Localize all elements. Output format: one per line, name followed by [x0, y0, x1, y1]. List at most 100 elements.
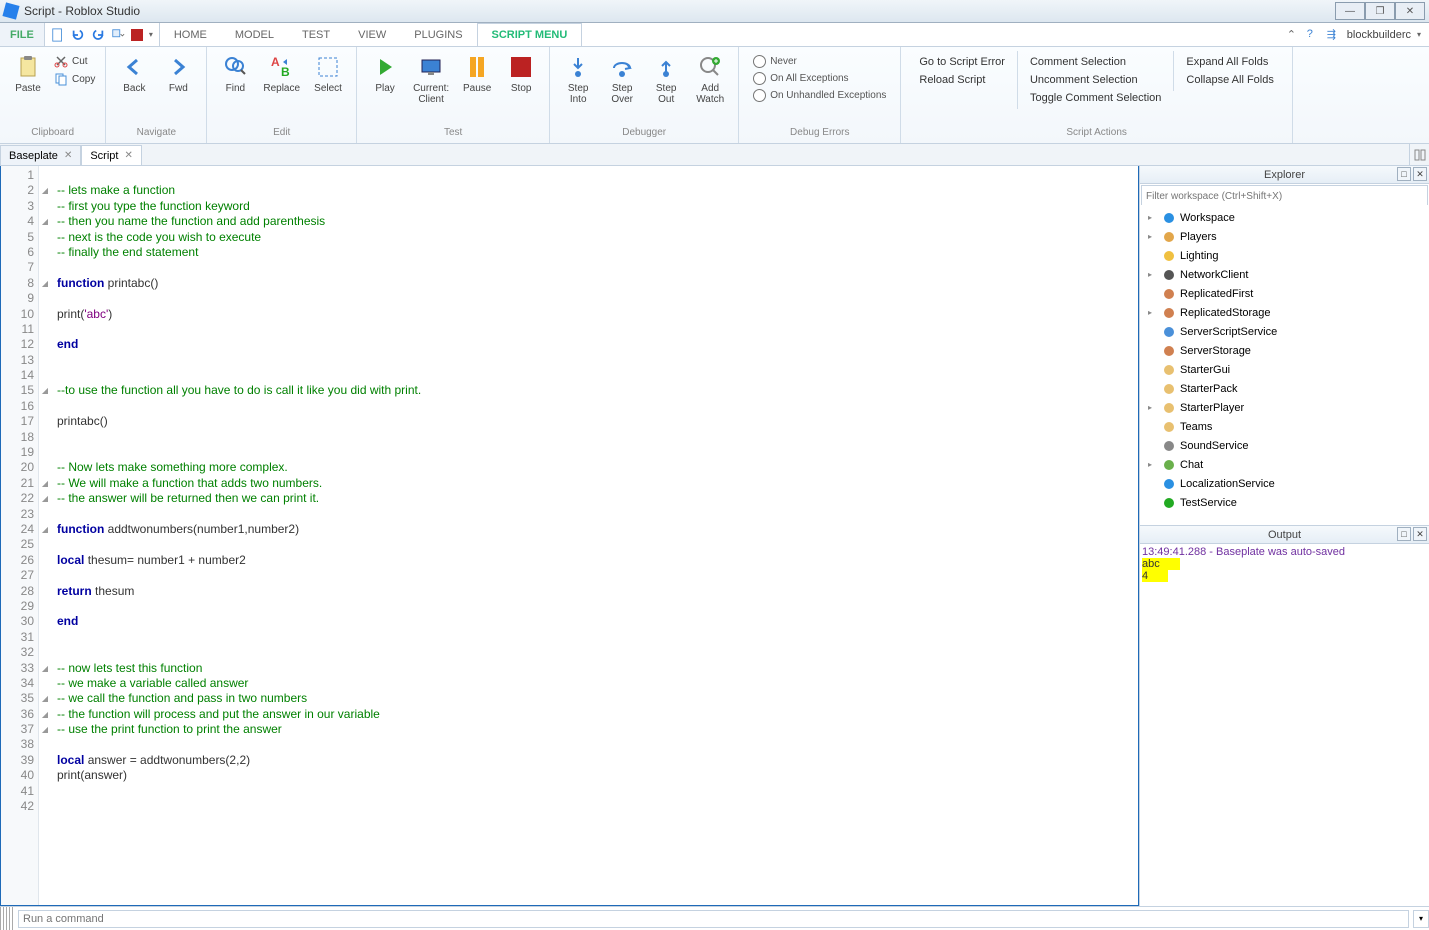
script-action-uncomment-selection[interactable]: Uncomment Selection: [1026, 73, 1165, 87]
back-button[interactable]: Back: [112, 51, 156, 96]
explorer-close-icon[interactable]: ✕: [1413, 167, 1427, 181]
command-input[interactable]: [18, 910, 1409, 928]
current-client-button[interactable]: Current: Client: [407, 51, 455, 107]
menu-tab-script-menu[interactable]: SCRIPT MENU: [477, 23, 583, 46]
tree-expand-icon[interactable]: ▸: [1148, 308, 1158, 317]
maximize-button[interactable]: ❐: [1365, 2, 1395, 20]
pane-join-icon[interactable]: [1409, 144, 1429, 165]
tree-node-replicatedstorage[interactable]: ▸ ReplicatedStorage: [1140, 303, 1429, 322]
redo-icon[interactable]: [91, 28, 105, 42]
script-action-reload-script[interactable]: Reload Script: [915, 73, 1009, 87]
doc-tab-close-icon[interactable]: ✕: [64, 150, 72, 161]
file-menu[interactable]: FILE: [0, 23, 45, 46]
debug-error-radio-2[interactable]: On Unhandled Exceptions: [753, 89, 886, 102]
tree-node-players[interactable]: ▸ Players: [1140, 227, 1429, 246]
script-action-expand-all-folds[interactable]: Expand All Folds: [1182, 55, 1277, 69]
step-out-label: Step Out: [656, 83, 677, 105]
select-button[interactable]: Select: [306, 51, 350, 96]
network-icon: [1162, 268, 1176, 282]
doc-tab-baseplate[interactable]: Baseplate✕: [0, 145, 81, 165]
fwd-button[interactable]: Fwd: [156, 51, 200, 96]
back-icon: [120, 53, 148, 81]
tree-node-replicatedfirst[interactable]: ReplicatedFirst: [1140, 284, 1429, 303]
ribbon-group-label: Edit: [207, 127, 356, 143]
tree-node-label: Players: [1180, 231, 1217, 243]
explorer-title: Explorer □ ✕: [1140, 166, 1429, 184]
user-dropdown-icon[interactable]: ▾: [1417, 30, 1421, 39]
step-over-button[interactable]: Step Over: [600, 51, 644, 107]
play-button[interactable]: Play: [363, 51, 407, 96]
tree-node-lighting[interactable]: Lighting: [1140, 246, 1429, 265]
minimize-button[interactable]: —: [1335, 2, 1365, 20]
code-content[interactable]: -- lets make a function-- first you type…: [51, 166, 1138, 905]
tree-node-testservice[interactable]: TestService: [1140, 493, 1429, 512]
tree-expand-icon[interactable]: ▸: [1148, 270, 1158, 279]
settings-dropdown-icon[interactable]: [111, 28, 125, 42]
script-action-comment-selection[interactable]: Comment Selection: [1026, 55, 1165, 69]
doc-tab-script[interactable]: Script✕: [81, 145, 142, 165]
tree-expand-icon[interactable]: ▸: [1148, 213, 1158, 222]
debug-error-radio-0[interactable]: Never: [753, 55, 886, 68]
pause-button[interactable]: Pause: [455, 51, 499, 96]
help-icon[interactable]: ?: [1307, 28, 1321, 42]
output-close-icon[interactable]: ✕: [1413, 527, 1427, 541]
folder-icon: [1162, 363, 1176, 377]
menu-tab-plugins[interactable]: PLUGINS: [400, 23, 476, 46]
find-button[interactable]: Find: [213, 51, 257, 96]
qat-dropdown-icon[interactable]: ▾: [149, 30, 153, 39]
tree-node-chat[interactable]: ▸Chat: [1140, 455, 1429, 474]
stop-button[interactable]: Stop: [499, 51, 543, 96]
script-action-go-to-script-error[interactable]: Go to Script Error: [915, 55, 1009, 69]
script-action-collapse-all-folds[interactable]: Collapse All Folds: [1182, 73, 1277, 87]
script-action-toggle-comment-selection[interactable]: Toggle Comment Selection: [1026, 91, 1165, 105]
cut-button[interactable]: Cut: [52, 53, 97, 69]
tree-node-starterpack[interactable]: StarterPack: [1140, 379, 1429, 398]
tree-node-starterplayer[interactable]: ▸StarterPlayer: [1140, 398, 1429, 417]
tree-node-serverstorage[interactable]: ServerStorage: [1140, 341, 1429, 360]
fold-column[interactable]: ◢◢◢◢◢◢◢◢◢◢◢: [39, 166, 51, 905]
debug-error-radio-1[interactable]: On All Exceptions: [753, 72, 886, 85]
command-bar: ▾: [0, 906, 1429, 930]
window-title: Script - Roblox Studio: [24, 4, 140, 18]
explorer-undock-icon[interactable]: □: [1397, 167, 1411, 181]
tree-expand-icon[interactable]: ▸: [1148, 460, 1158, 469]
step-into-button[interactable]: Step Into: [556, 51, 600, 107]
menu-tab-home[interactable]: HOME: [160, 23, 221, 46]
close-button[interactable]: ✕: [1395, 2, 1425, 20]
tree-expand-icon[interactable]: ▸: [1148, 403, 1158, 412]
step-out-button[interactable]: Step Out: [644, 51, 688, 107]
tree-node-localizationservice[interactable]: LocalizationService: [1140, 474, 1429, 493]
tree-node-workspace[interactable]: ▸Workspace: [1140, 208, 1429, 227]
menu-tab-view[interactable]: VIEW: [344, 23, 400, 46]
explorer-filter[interactable]: [1141, 185, 1428, 205]
tree-node-networkclient[interactable]: ▸NetworkClient: [1140, 265, 1429, 284]
add-watch-button[interactable]: Add Watch: [688, 51, 732, 107]
output-undock-icon[interactable]: □: [1397, 527, 1411, 541]
collapse-ribbon-icon[interactable]: ⌃: [1287, 28, 1301, 42]
paste-button[interactable]: Paste: [6, 51, 50, 96]
copy-button[interactable]: Copy: [52, 71, 97, 87]
share-icon[interactable]: ⇶: [1327, 28, 1341, 42]
menu-tab-test[interactable]: TEST: [288, 23, 344, 46]
command-history-dropdown-icon[interactable]: ▾: [1413, 910, 1429, 928]
tree-expand-icon[interactable]: ▸: [1148, 232, 1158, 241]
tree-node-label: ServerStorage: [1180, 345, 1251, 357]
tree-node-soundservice[interactable]: SoundService: [1140, 436, 1429, 455]
tree-node-label: ReplicatedStorage: [1180, 307, 1271, 319]
new-doc-icon[interactable]: [51, 28, 65, 42]
output-body[interactable]: 13:49:41.288 - Baseplate was auto-saveda…: [1140, 544, 1429, 906]
undo-icon[interactable]: [71, 28, 85, 42]
tree-node-startergui[interactable]: StarterGui: [1140, 360, 1429, 379]
stop-icon[interactable]: [131, 29, 143, 41]
doc-tab-close-icon[interactable]: ✕: [124, 150, 132, 161]
tree-node-teams[interactable]: Teams: [1140, 417, 1429, 436]
menu-tab-model[interactable]: MODEL: [221, 23, 288, 46]
code-editor[interactable]: 1234567891011121314151617181920212223242…: [1, 166, 1138, 905]
explorer-filter-input[interactable]: [1142, 188, 1427, 206]
select-icon: [314, 53, 342, 81]
username-label[interactable]: blockbuilderc: [1347, 29, 1411, 41]
explorer-tree[interactable]: ▸Workspace▸PlayersLighting▸NetworkClient…: [1140, 206, 1429, 525]
tree-node-serverscriptservice[interactable]: ServerScriptService: [1140, 322, 1429, 341]
replace-button[interactable]: ABReplace: [257, 51, 306, 96]
command-bar-grip-icon[interactable]: [0, 907, 14, 930]
